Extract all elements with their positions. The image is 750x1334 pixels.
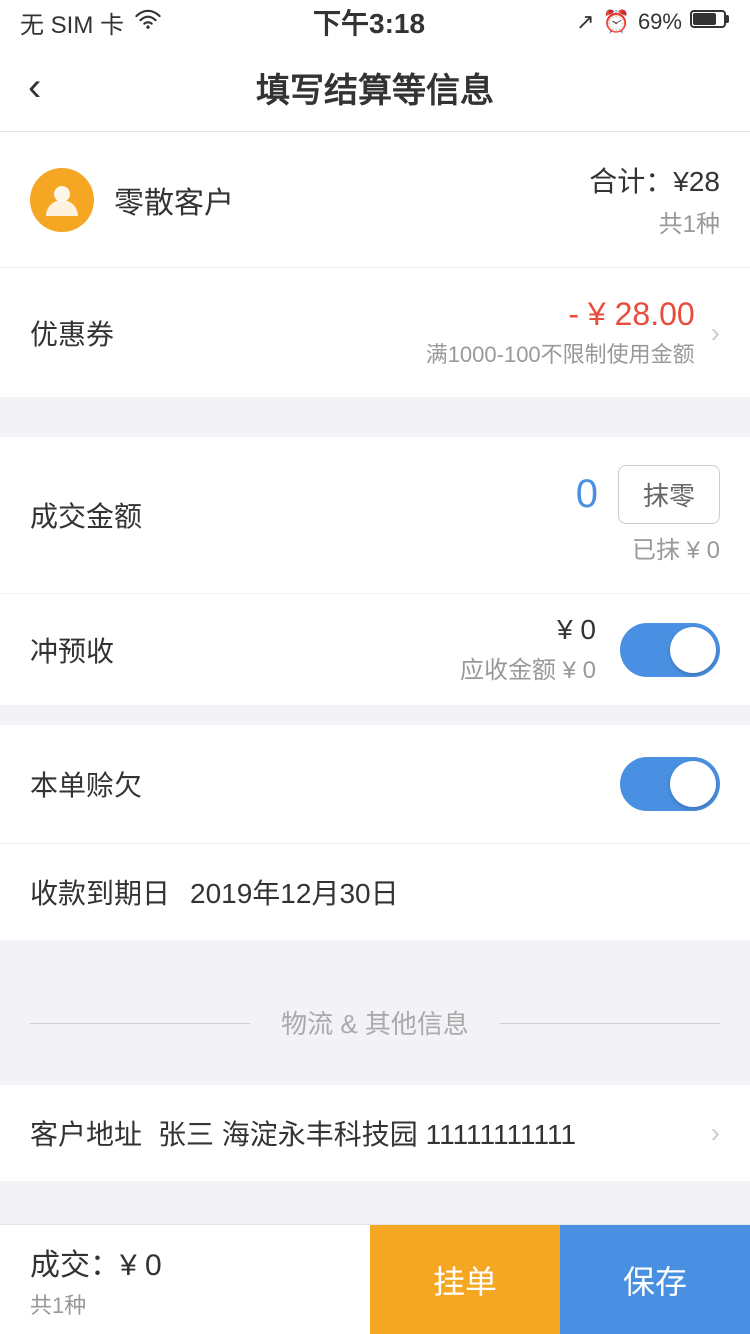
customer-name: 零散客户 [114, 178, 234, 222]
bottom-count: 共1种 [30, 1288, 340, 1320]
due-date-label: 收款到期日 [30, 872, 170, 912]
nav-bar: ‹ 填写结算等信息 [0, 44, 750, 132]
content: 零散客户 合计：¥28 共1种 优惠券 - ¥ 28.00 满1000-100不… [0, 132, 750, 1301]
prepay-row: 冲预收 ¥ 0 应收金额 ¥ 0 [0, 593, 750, 705]
transaction-amount-row: 成交金额 0 抹零 已抹 ¥ 0 [0, 437, 750, 593]
status-time: 下午3:18 [313, 2, 425, 42]
avatar [30, 168, 94, 232]
location-icon: ↗ [576, 9, 594, 35]
customer-left: 零散客户 [30, 168, 234, 232]
coupon-label: 优惠券 [30, 313, 114, 353]
prepay-amount: ¥ 0 [460, 614, 596, 646]
prepay-receivable: 应收金额 ¥ 0 [460, 650, 596, 685]
section-divider-1 [0, 417, 750, 437]
bottom-bar: 成交：¥ 0 共1种 挂单 保存 [0, 1224, 750, 1334]
address-value: 张三 海淀永丰科技园 11111111111 [158, 1113, 695, 1153]
round-button[interactable]: 抹零 [618, 465, 720, 524]
customer-section: 零散客户 合计：¥28 共1种 优惠券 - ¥ 28.00 满1000-100不… [0, 132, 750, 397]
status-bar: 无 SIM 卡 下午3:18 ↗ ⏰ 69% [0, 0, 750, 44]
toggle-knob [670, 627, 716, 673]
customer-row: 零散客户 合计：¥28 共1种 [0, 132, 750, 267]
customer-summary: 合计：¥28 共1种 [589, 160, 720, 239]
alarm-icon: ⏰ [603, 9, 630, 35]
transaction-label: 成交金额 [30, 495, 142, 535]
debt-toggle[interactable] [620, 757, 720, 811]
bottom-deal: 成交：¥ 0 [30, 1240, 340, 1284]
status-right: ↗ ⏰ 69% [576, 9, 730, 35]
section-divider-3 [0, 960, 750, 980]
logistics-label: 物流 & 其他信息 [281, 1009, 469, 1039]
battery-icon [690, 9, 730, 35]
prepay-label: 冲预收 [30, 630, 114, 670]
coupon-desc: 满1000-100不限制使用金额 [426, 337, 695, 369]
due-date-row: 收款到期日 2019年12月30日 [0, 843, 750, 940]
address-row[interactable]: 客户地址 张三 海淀永丰科技园 11111111111 › [0, 1085, 750, 1181]
total-count: 共1种 [589, 204, 720, 239]
coupon-amount: - ¥ 28.00 [426, 296, 695, 333]
battery-text: 69% [638, 9, 682, 35]
debt-label: 本单赊欠 [30, 764, 142, 804]
transaction-amount: 0 [576, 472, 598, 517]
status-left: 无 SIM 卡 [20, 5, 162, 40]
deal-label: 成交： [30, 1249, 120, 1282]
debt-row: 本单赊欠 [0, 725, 750, 843]
transaction-amount-block: 0 抹零 [576, 465, 720, 524]
address-chevron-icon: › [711, 1117, 720, 1149]
debt-toggle-knob [670, 761, 716, 807]
bottom-info: 成交：¥ 0 共1种 [0, 1240, 370, 1320]
signal-text: 无 SIM 卡 [20, 5, 124, 40]
section-divider-4 [0, 1065, 750, 1085]
address-label: 客户地址 [30, 1113, 142, 1153]
back-button[interactable]: ‹ [28, 65, 41, 110]
wifi-icon [134, 8, 162, 37]
transaction-section: 成交金额 0 抹零 已抹 ¥ 0 冲预收 ¥ 0 应收金额 ¥ 0 [0, 437, 750, 705]
coupon-value-block: - ¥ 28.00 满1000-100不限制使用金额 [426, 296, 695, 369]
prepay-amounts: ¥ 0 应收金额 ¥ 0 [460, 614, 596, 685]
chevron-right-icon: › [711, 317, 720, 349]
logistics-divider: 物流 & 其他信息 [0, 980, 750, 1065]
debt-section: 本单赊欠 收款到期日 2019年12月30日 [0, 725, 750, 940]
transaction-sub: 已抹 ¥ 0 [632, 530, 720, 565]
deal-value: ¥ 0 [120, 1249, 162, 1282]
section-divider-2 [0, 705, 750, 725]
prepay-toggle[interactable] [620, 623, 720, 677]
pending-button[interactable]: 挂单 [370, 1225, 560, 1334]
due-date-value: 2019年12月30日 [190, 872, 399, 912]
nav-title: 填写结算等信息 [256, 63, 494, 112]
coupon-right: - ¥ 28.00 满1000-100不限制使用金额 › [426, 296, 720, 369]
total-amount: 合计：¥28 [589, 160, 720, 200]
save-button[interactable]: 保存 [560, 1225, 750, 1334]
coupon-row[interactable]: 优惠券 - ¥ 28.00 满1000-100不限制使用金额 › [0, 267, 750, 397]
